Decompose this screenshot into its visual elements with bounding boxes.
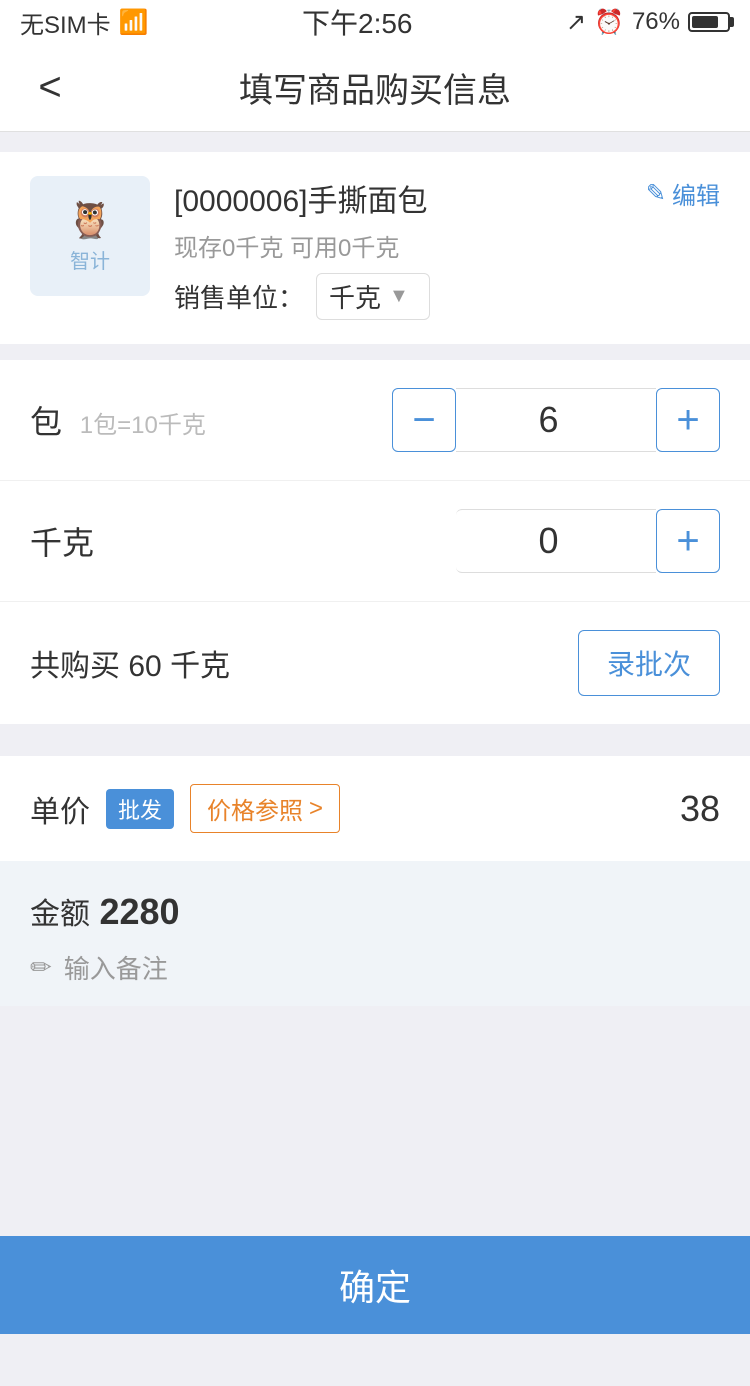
- price-row: 单价 批发 价格参照 > 38: [30, 784, 720, 833]
- total-summary: 共购买 60 千克: [30, 641, 230, 685]
- status-time: 下午2:56: [302, 2, 413, 42]
- kg-increment-button[interactable]: +: [656, 509, 720, 573]
- status-bar: 无SIM卡 📶 下午2:56 ↗ ⏰ 76%: [0, 0, 750, 44]
- kg-unit-name: 千克: [30, 525, 94, 561]
- product-card: 🦉 智计 [0000006]手撕面包 现存0千克 可用0千克 销售单位： 千克 …: [0, 152, 750, 344]
- price-label: 单价: [30, 787, 90, 831]
- chevron-down-icon: ▼: [389, 285, 409, 308]
- unit-value: 千克: [329, 278, 381, 315]
- bao-quantity-row: 包 1包=10千克 − +: [0, 360, 750, 481]
- product-name: [0000006]手撕面包: [174, 176, 720, 220]
- pencil-icon: ✏: [30, 952, 52, 983]
- amount-label: 金额: [30, 898, 90, 931]
- remark-row[interactable]: ✏ 输入备注: [30, 949, 720, 986]
- edit-label: 编辑: [672, 176, 720, 211]
- remark-placeholder: 输入备注: [64, 949, 168, 986]
- product-owl-icon: 🦉: [68, 199, 113, 241]
- price-section: 单价 批发 价格参照 > 38: [0, 756, 750, 861]
- kg-quantity-control: +: [456, 509, 720, 573]
- quantity-section: 包 1包=10千克 − + 千克 +: [0, 360, 750, 602]
- confirm-button[interactable]: 确定: [0, 1236, 750, 1334]
- kg-label: 千克: [30, 518, 456, 564]
- price-type-tag: 批发: [106, 789, 174, 829]
- nav-bar: < 填写商品购买信息: [0, 44, 750, 132]
- total-value: 60: [128, 650, 161, 683]
- bao-unit-hint: 1包=10千克: [80, 412, 206, 439]
- batch-button[interactable]: 录批次: [578, 630, 720, 696]
- bao-quantity-control: − +: [392, 388, 720, 452]
- edit-button[interactable]: ✎ 编辑: [646, 176, 720, 211]
- kg-quantity-input[interactable]: [456, 509, 656, 573]
- unit-selector[interactable]: 千克 ▼: [316, 273, 430, 320]
- bao-decrement-button[interactable]: −: [392, 388, 456, 452]
- bao-unit-name: 包: [30, 404, 62, 440]
- page-title: 填写商品购买信息: [239, 63, 511, 112]
- kg-quantity-row: 千克 +: [0, 481, 750, 602]
- alarm-icon: ⏰: [594, 8, 624, 37]
- battery-label: 76%: [632, 8, 680, 36]
- edit-icon: ✎: [646, 179, 666, 208]
- amount-section: 金额 2280 ✏ 输入备注: [0, 861, 750, 1006]
- price-ref-label: 价格参照: [207, 791, 303, 826]
- product-stock: 现存0千克 可用0千克: [174, 228, 720, 263]
- chevron-right-icon: >: [309, 795, 323, 823]
- product-thumbnail: 🦉 智计: [30, 176, 150, 296]
- location-icon: ↗: [566, 8, 586, 37]
- bao-increment-button[interactable]: +: [656, 388, 720, 452]
- section-divider-2: [0, 724, 750, 740]
- price-reference-button[interactable]: 价格参照 >: [190, 784, 340, 833]
- amount-value: 2280: [99, 891, 179, 932]
- section-divider-1: [0, 344, 750, 360]
- amount-row: 金额 2280: [30, 889, 720, 933]
- back-button[interactable]: <: [20, 58, 80, 118]
- wifi-icon: 📶: [119, 8, 149, 37]
- status-right: ↗ ⏰ 76%: [566, 8, 730, 37]
- total-label: 共购买: [30, 650, 128, 683]
- total-unit: 千克: [170, 650, 230, 683]
- total-row: 共购买 60 千克 录批次: [0, 602, 750, 724]
- battery-icon: [688, 12, 730, 32]
- product-info: [0000006]手撕面包 现存0千克 可用0千克 销售单位： 千克 ▼: [174, 176, 720, 320]
- status-left: 无SIM卡 📶: [20, 5, 149, 40]
- price-value: 38: [680, 788, 720, 830]
- bao-quantity-input[interactable]: [456, 388, 656, 452]
- carrier-label: 无SIM卡: [20, 5, 111, 40]
- unit-label: 销售单位：: [174, 278, 304, 315]
- product-thumb-label: 智计: [70, 245, 110, 274]
- product-unit-row: 销售单位： 千克 ▼: [174, 273, 720, 320]
- bao-label: 包 1包=10千克: [30, 397, 392, 443]
